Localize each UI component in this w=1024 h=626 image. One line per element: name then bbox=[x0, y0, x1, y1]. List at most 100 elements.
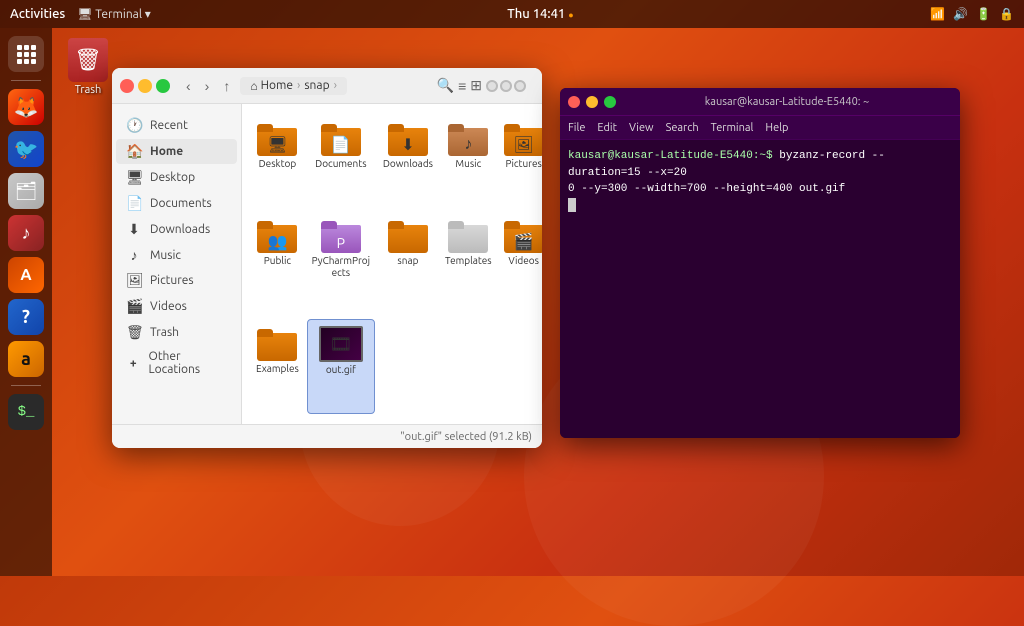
file-templates[interactable]: Templates bbox=[441, 211, 496, 316]
dock-icon-amazon[interactable]: a bbox=[8, 341, 44, 377]
fm-file-grid: 🖥 Desktop 📄 Documents bbox=[252, 114, 532, 414]
term-content[interactable]: kausar@kausar-Latitude-E5440:~$ byzanz-r… bbox=[560, 140, 960, 438]
file-public[interactable]: 👥 Public bbox=[252, 211, 303, 316]
fm-grid-view-button[interactable]: ⊞ bbox=[470, 77, 482, 94]
fm-titlebar: ‹ › ↑ ⌂ Home › snap › 🔍 ≡ ⊞ bbox=[112, 68, 542, 104]
dock-separator bbox=[11, 80, 41, 81]
dock-icon-rhythmbox[interactable]: ♪ bbox=[8, 215, 44, 251]
snap-label: snap bbox=[397, 255, 418, 267]
topbar-right: 📶 🔊 🔋 🔒 bbox=[930, 7, 1014, 21]
fm-maximize-button[interactable] bbox=[156, 79, 170, 93]
pycharm-folder-icon: P bbox=[321, 217, 361, 253]
desktop-trash[interactable]: 🗑 Trash bbox=[68, 38, 108, 96]
fm-search-button[interactable]: 🔍 bbox=[437, 77, 454, 94]
fm-path-separator: › bbox=[297, 79, 300, 92]
home-icon: ⌂ bbox=[250, 79, 257, 93]
topbar-left: Activities 🖥 Terminal ▾ bbox=[10, 7, 151, 21]
sidebar-item-documents[interactable]: 📄 Documents bbox=[116, 191, 237, 216]
downloads-folder-icon: ⬇ bbox=[388, 120, 428, 156]
file-downloads[interactable]: ⬇ Downloads bbox=[379, 114, 437, 207]
file-pycharmprojects[interactable]: P PyCharmProjects bbox=[307, 211, 375, 316]
file-pictures[interactable]: 🖼 Pictures bbox=[500, 114, 542, 207]
dock-icon-terminal[interactable]: $_ bbox=[8, 394, 44, 430]
battery-icon[interactable]: 🔋 bbox=[976, 7, 991, 21]
file-manager-window: ‹ › ↑ ⌂ Home › snap › 🔍 ≡ ⊞ bbox=[112, 68, 542, 448]
public-label: Public bbox=[264, 255, 291, 267]
examples-label: Examples bbox=[256, 363, 299, 375]
file-desktop[interactable]: 🖥 Desktop bbox=[252, 114, 303, 207]
fm-view-options-button[interactable]: ≡ bbox=[458, 78, 466, 94]
fm-toolbar: ‹ › ↑ ⌂ Home › snap › 🔍 ≡ ⊞ bbox=[174, 76, 534, 96]
gif-thumbnail: 🎞 bbox=[319, 326, 363, 362]
videos-icon: 🎬 bbox=[126, 298, 142, 315]
fm-toolbar-right: 🔍 ≡ ⊞ bbox=[437, 77, 526, 94]
amazon-icon: a bbox=[21, 349, 31, 369]
desktop-label: Desktop bbox=[259, 158, 297, 170]
file-examples[interactable]: Examples bbox=[252, 319, 303, 414]
desktop-icon: 🖥 bbox=[126, 169, 142, 186]
dock-icon-software[interactable]: A bbox=[8, 257, 44, 293]
fm-sidebar: 🕐 Recent 🏠 Home 🖥 Desktop 📄 Documents ⬇ … bbox=[112, 104, 242, 424]
sidebar-item-downloads[interactable]: ⬇ Downloads bbox=[116, 217, 237, 242]
firefox-icon: 🦊 bbox=[14, 95, 39, 119]
lock-icon[interactable]: 🔒 bbox=[999, 7, 1014, 21]
fm-content: 🖥 Desktop 📄 Documents bbox=[242, 104, 542, 424]
desktop-folder-icon: 🖥 bbox=[257, 120, 297, 156]
sidebar-item-pictures[interactable]: 🖼 Pictures bbox=[116, 268, 237, 293]
term-menu-file[interactable]: File bbox=[568, 122, 585, 134]
fm-forward-button[interactable]: › bbox=[201, 76, 214, 96]
term-menu-search[interactable]: Search bbox=[666, 122, 699, 134]
term-menu-view[interactable]: View bbox=[629, 122, 654, 134]
documents-label: Documents bbox=[315, 158, 366, 170]
volume-icon[interactable]: 🔊 bbox=[953, 7, 968, 21]
files-icon: 🗂 bbox=[15, 181, 38, 202]
fm-close-button[interactable] bbox=[120, 79, 134, 93]
term-close-button[interactable] bbox=[568, 96, 580, 108]
term-menu-edit[interactable]: Edit bbox=[597, 122, 617, 134]
topbar: Activities 🖥 Terminal ▾ Thu 14:41 ● 📶 🔊 … bbox=[0, 0, 1024, 28]
fm-status-text: "out.gif" selected (91.2 kB) bbox=[400, 431, 532, 443]
trash-sidebar-icon: 🗑 bbox=[126, 324, 142, 341]
fm-minimize-button[interactable] bbox=[138, 79, 152, 93]
dock-icon-files[interactable]: 🗂 bbox=[8, 173, 44, 209]
sidebar-item-recent[interactable]: 🕐 Recent bbox=[116, 113, 237, 138]
dock-separator-2 bbox=[11, 385, 41, 386]
sidebar-item-desktop[interactable]: 🖥 Desktop bbox=[116, 165, 237, 190]
sidebar-item-trash[interactable]: 🗑 Trash bbox=[116, 320, 237, 345]
fm-back-button[interactable]: ‹ bbox=[182, 76, 195, 96]
fm-location-bar[interactable]: ⌂ Home › snap › bbox=[240, 77, 347, 95]
file-out-gif[interactable]: 🎞 out.gif bbox=[307, 319, 375, 414]
file-documents[interactable]: 📄 Documents bbox=[307, 114, 375, 207]
term-minimize-button[interactable] bbox=[586, 96, 598, 108]
sidebar-item-music[interactable]: ♪ Music bbox=[116, 243, 237, 267]
fm-home-breadcrumb: ⌂ Home bbox=[250, 79, 293, 93]
trash-label: Trash bbox=[75, 84, 102, 96]
dock-icon-help[interactable]: ? bbox=[8, 299, 44, 335]
pictures-folder-icon: 🖼 bbox=[504, 120, 542, 156]
term-maximize-button[interactable] bbox=[604, 96, 616, 108]
dock-icon-thunderbird[interactable]: 🐦 bbox=[8, 131, 44, 167]
fm-up-button[interactable]: ↑ bbox=[219, 76, 234, 96]
term-menubar: File Edit View Search Terminal Help bbox=[560, 116, 960, 140]
sidebar-item-other-locations[interactable]: + Other Locations bbox=[116, 346, 237, 380]
fm-path-separator-2: › bbox=[334, 79, 337, 92]
dock-icon-firefox[interactable]: 🦊 bbox=[8, 89, 44, 125]
sidebar-item-videos[interactable]: 🎬 Videos bbox=[116, 294, 237, 319]
templates-folder-icon bbox=[448, 217, 488, 253]
file-music[interactable]: ♪ Music bbox=[441, 114, 496, 207]
help-icon: ? bbox=[22, 307, 30, 327]
network-icon[interactable]: 📶 bbox=[930, 7, 945, 21]
file-snap[interactable]: snap bbox=[379, 211, 437, 316]
apps-grid-icon bbox=[17, 45, 36, 64]
dock: 🦊 🐦 🗂 ♪ A ? a $_ bbox=[0, 28, 52, 576]
documents-icon: 📄 bbox=[126, 195, 142, 212]
music-label: Music bbox=[455, 158, 481, 170]
videos-label: Videos bbox=[508, 255, 539, 267]
examples-folder-icon bbox=[257, 325, 297, 361]
show-apps-button[interactable] bbox=[8, 36, 44, 72]
file-videos[interactable]: 🎬 Videos bbox=[500, 211, 542, 316]
sidebar-item-home[interactable]: 🏠 Home bbox=[116, 139, 237, 164]
term-menu-terminal[interactable]: Terminal bbox=[711, 122, 754, 134]
term-menu-help[interactable]: Help bbox=[765, 122, 788, 134]
activities-button[interactable]: Activities bbox=[10, 7, 65, 21]
